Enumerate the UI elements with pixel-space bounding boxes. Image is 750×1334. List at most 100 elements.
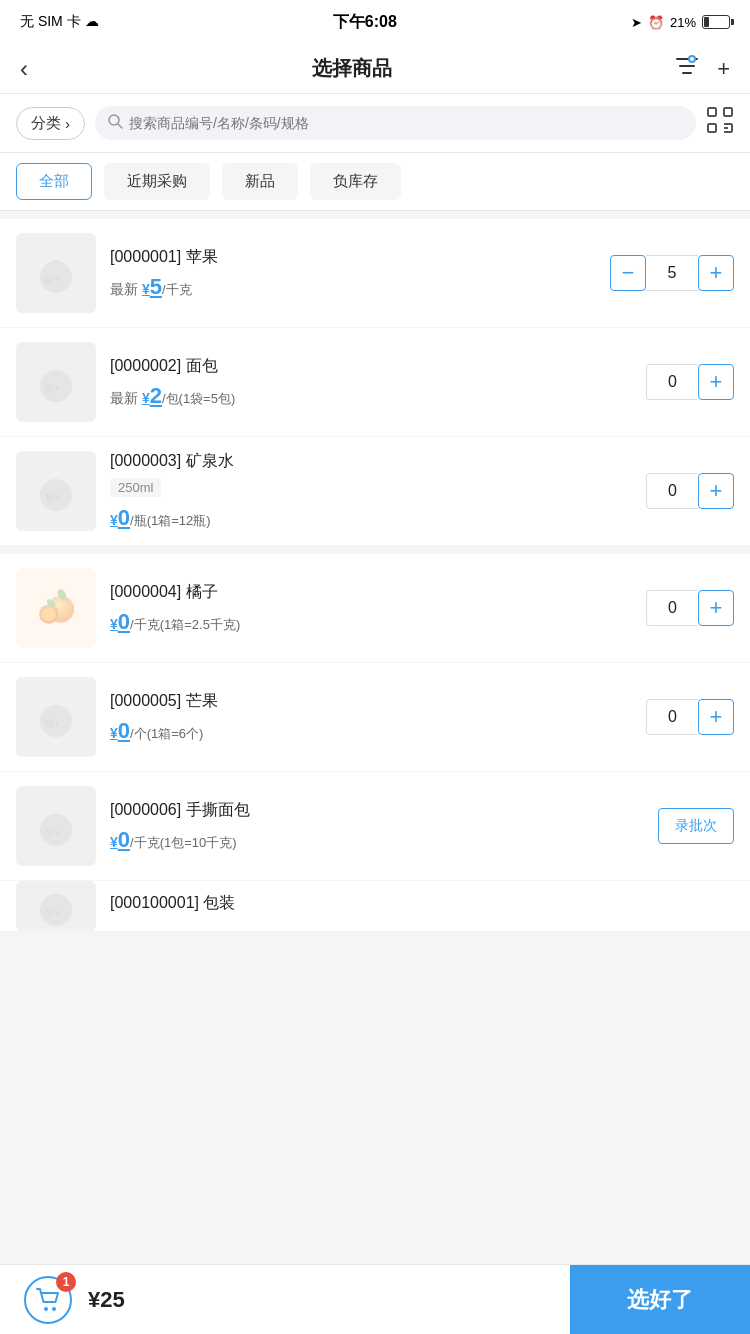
status-time: 下午6:08 — [333, 12, 397, 33]
cart-section: 1 ¥25 — [0, 1276, 570, 1324]
page-title: 选择商品 — [312, 55, 392, 82]
alarm-icon: ⏰ — [648, 15, 664, 30]
tab-recent[interactable]: 近期采购 — [104, 163, 210, 200]
add-button[interactable]: + — [717, 56, 730, 82]
product-info: [0000002] 面包 最新 ¥2/包(1袋=5包) — [110, 356, 632, 409]
search-bar: 分类 › — [0, 94, 750, 153]
search-icon — [107, 113, 123, 133]
location-icon: ➤ — [631, 15, 642, 30]
svg-text:智+: 智+ — [44, 827, 60, 838]
quantity-increase-button[interactable]: + — [698, 364, 734, 400]
quantity-control: + — [646, 699, 734, 735]
svg-text:智+: 智+ — [44, 718, 60, 729]
product-name: [0000004] 橘子 — [110, 582, 632, 603]
product-price: ¥0/个(1箱=6个) — [110, 718, 632, 744]
svg-line-5 — [118, 124, 122, 128]
product-thumbnail: 智+ — [16, 342, 96, 422]
search-input[interactable] — [129, 115, 684, 131]
product-list: 智+ [0000001] 苹果 最新 ¥5/千克 − + 智+ [0000002… — [0, 219, 750, 931]
category-button[interactable]: 分类 › — [16, 107, 85, 140]
svg-rect-6 — [708, 108, 716, 116]
product-thumbnail: 智+ — [16, 786, 96, 866]
back-button[interactable]: ‹ — [20, 55, 28, 83]
filter-tabs: 全部 近期采购 新品 负库存 — [0, 153, 750, 211]
product-info: [0000001] 苹果 最新 ¥5/千克 — [110, 247, 596, 300]
svg-point-39 — [52, 1307, 56, 1311]
svg-text:智+: 智+ — [44, 907, 60, 918]
quantity-increase-button[interactable]: + — [698, 590, 734, 626]
svg-rect-7 — [724, 108, 732, 116]
product-name: [0000001] 苹果 — [110, 247, 596, 268]
product-name: [0000002] 面包 — [110, 356, 632, 377]
quantity-input[interactable] — [646, 473, 698, 509]
product-info: [0000005] 芒果 ¥0/个(1箱=6个) — [110, 691, 632, 744]
product-item: 智+ [0000001] 苹果 最新 ¥5/千克 − + — [0, 219, 750, 327]
status-bar: 无 SIM 卡 ☁ 下午6:08 ➤ ⏰ 21% — [0, 0, 750, 44]
scan-icon[interactable] — [706, 106, 734, 140]
quantity-increase-button[interactable]: + — [698, 473, 734, 509]
quantity-input[interactable] — [646, 590, 698, 626]
chevron-right-icon: › — [65, 115, 70, 132]
svg-point-38 — [44, 1307, 48, 1311]
sim-label: 无 SIM 卡 ☁ — [20, 13, 99, 31]
cart-button[interactable]: 1 — [24, 1276, 72, 1324]
quantity-control: + — [646, 590, 734, 626]
nav-bar: ‹ 选择商品 + — [0, 44, 750, 94]
product-price: 最新 ¥5/千克 — [110, 274, 596, 300]
quantity-control: − + — [610, 255, 734, 291]
svg-text:智+: 智+ — [44, 274, 60, 285]
bottom-spacer — [0, 932, 750, 1002]
bottom-bar: 1 ¥25 选好了 — [0, 1264, 750, 1334]
quantity-increase-button[interactable]: + — [698, 699, 734, 735]
product-info: [000100001] 包装 — [110, 893, 734, 920]
search-input-wrap — [95, 106, 696, 140]
tab-new[interactable]: 新品 — [222, 163, 298, 200]
quantity-input[interactable] — [646, 255, 698, 291]
product-name: [000100001] 包装 — [110, 893, 734, 914]
product-thumbnail — [16, 568, 96, 648]
product-price: 最新 ¥2/包(1袋=5包) — [110, 383, 632, 409]
svg-text:智+: 智+ — [44, 492, 60, 503]
product-spec: 250ml — [110, 478, 161, 497]
product-item: 智+ [0000003] 矿泉水 250ml ¥0/瓶(1箱=12瓶) + — [0, 437, 750, 545]
cart-total: ¥25 — [88, 1287, 125, 1313]
product-thumbnail: 智+ — [16, 677, 96, 757]
quantity-increase-button[interactable]: + — [698, 255, 734, 291]
category-label: 分类 — [31, 114, 61, 133]
confirm-button[interactable]: 选好了 — [570, 1265, 750, 1335]
status-right: ➤ ⏰ 21% — [631, 15, 730, 30]
quantity-input[interactable] — [646, 364, 698, 400]
nav-actions: + — [675, 55, 730, 83]
product-price: ¥0/千克(1箱=2.5千克) — [110, 609, 632, 635]
product-name: [0000006] 手撕面包 — [110, 800, 644, 821]
cart-badge: 1 — [56, 1272, 76, 1292]
tab-negative[interactable]: 负库存 — [310, 163, 401, 200]
product-item: 智+ [000100001] 包装 — [0, 881, 750, 931]
product-info: [0000006] 手撕面包 ¥0/千克(1包=10千克) — [110, 800, 644, 853]
product-item: 智+ [0000006] 手撕面包 ¥0/千克(1包=10千克) 录批次 — [0, 772, 750, 880]
quantity-decrease-button[interactable]: − — [610, 255, 646, 291]
svg-point-3 — [689, 56, 695, 62]
divider — [0, 211, 750, 219]
product-name: [0000003] 矿泉水 — [110, 451, 632, 472]
svg-text:智+: 智+ — [44, 383, 60, 394]
product-item: 智+ [0000002] 面包 最新 ¥2/包(1袋=5包) + — [0, 328, 750, 436]
quantity-control: + — [646, 473, 734, 509]
divider — [0, 546, 750, 554]
tab-all[interactable]: 全部 — [16, 163, 92, 200]
product-price: ¥0/瓶(1箱=12瓶) — [110, 505, 632, 531]
product-item: [0000004] 橘子 ¥0/千克(1箱=2.5千克) + — [0, 554, 750, 662]
product-price: ¥0/千克(1包=10千克) — [110, 827, 644, 853]
battery-icon — [702, 15, 730, 29]
product-info: [0000003] 矿泉水 250ml ¥0/瓶(1箱=12瓶) — [110, 451, 632, 531]
product-thumbnail: 智+ — [16, 451, 96, 531]
status-left: 无 SIM 卡 ☁ — [20, 13, 99, 31]
quantity-input[interactable] — [646, 699, 698, 735]
product-thumbnail: 智+ — [16, 233, 96, 313]
quantity-control: + — [646, 364, 734, 400]
product-thumbnail: 智+ — [16, 881, 96, 931]
filter-icon[interactable] — [675, 55, 699, 83]
product-name: [0000005] 芒果 — [110, 691, 632, 712]
batch-record-button[interactable]: 录批次 — [658, 808, 734, 844]
product-item: 智+ [0000005] 芒果 ¥0/个(1箱=6个) + — [0, 663, 750, 771]
